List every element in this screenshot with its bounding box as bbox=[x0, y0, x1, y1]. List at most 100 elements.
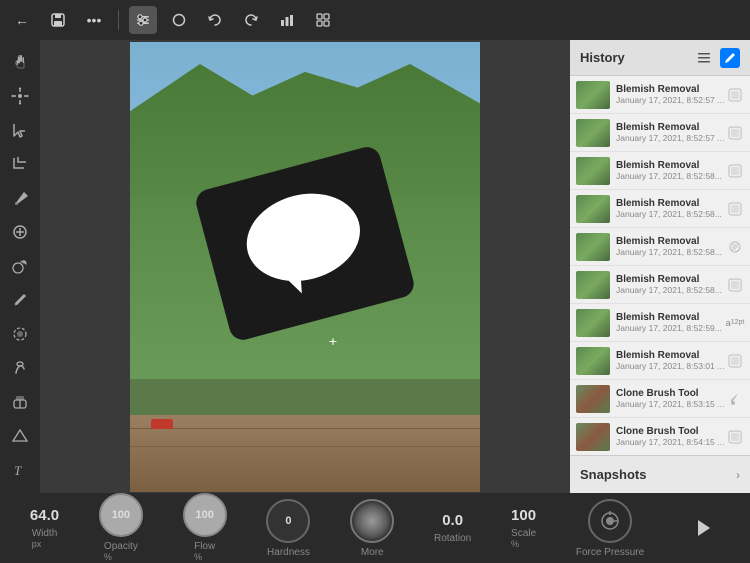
history-thumb bbox=[576, 385, 610, 413]
adjustment-tool[interactable] bbox=[129, 6, 157, 34]
history-item[interactable]: Blemish Removal January 17, 2021, 8:52:5… bbox=[570, 114, 750, 152]
canvas-image: + bbox=[130, 42, 480, 492]
rotation-control[interactable]: 0.0 Rotation bbox=[434, 512, 471, 544]
snapshots-label: Snapshots bbox=[580, 467, 646, 482]
history-item[interactable]: Blemish Removal January 17, 2021, 8:52:5… bbox=[570, 190, 750, 228]
history-time: January 17, 2021, 8:52:57 AM bbox=[616, 133, 726, 143]
history-item[interactable]: Clone Brush Tool January 17, 2021, 8:54:… bbox=[570, 418, 750, 455]
flow-label: Flow% bbox=[194, 541, 215, 563]
snapshots-chevron: › bbox=[736, 468, 740, 482]
history-time: January 17, 2021, 8:52:58... bbox=[616, 285, 726, 295]
heal-tool[interactable] bbox=[4, 216, 36, 248]
clone-tool[interactable] bbox=[4, 250, 36, 282]
history-info: Clone Brush Tool January 17, 2021, 8:54:… bbox=[610, 426, 726, 447]
history-thumb bbox=[576, 157, 610, 185]
rotation-value: 0.0 bbox=[442, 512, 463, 529]
history-info: Blemish Removal January 17, 2021, 8:53:0… bbox=[610, 350, 726, 371]
history-thumb bbox=[576, 347, 610, 375]
histogram-button[interactable] bbox=[273, 6, 301, 34]
eyedropper-tool[interactable] bbox=[4, 284, 36, 316]
speech-bubble bbox=[237, 180, 370, 292]
history-action: Clone Brush Tool bbox=[616, 426, 726, 437]
more-control[interactable]: More bbox=[350, 499, 394, 558]
flow-control[interactable]: 100 Flow% bbox=[183, 493, 227, 563]
history-info: Blemish Removal January 17, 2021, 8:52:5… bbox=[610, 198, 726, 219]
history-action: Blemish Removal bbox=[616, 160, 726, 171]
dodge-tool[interactable] bbox=[4, 352, 36, 384]
history-item-icon bbox=[726, 238, 744, 256]
circle-tool[interactable] bbox=[165, 6, 193, 34]
history-item-icon bbox=[726, 428, 744, 446]
history-action: Blemish Removal bbox=[616, 350, 726, 361]
history-time: January 17, 2021, 8:52:59... bbox=[616, 323, 726, 333]
hardness-label: Hardness bbox=[267, 547, 310, 558]
history-title: History bbox=[580, 50, 625, 65]
more-button[interactable]: ••• bbox=[80, 6, 108, 34]
force-pressure-circle[interactable] bbox=[588, 499, 632, 543]
move-tool[interactable] bbox=[4, 80, 36, 112]
history-edit-icon[interactable] bbox=[720, 48, 740, 68]
snapshots-section[interactable]: Snapshots › bbox=[570, 455, 750, 493]
grid-button[interactable] bbox=[309, 6, 337, 34]
bottom-toolbar: 64.0 Widthpx 100 Opacity% 100 Flow% 0 Ha… bbox=[0, 493, 750, 563]
history-item[interactable]: Blemish Removal January 17, 2021, 8:52:5… bbox=[570, 304, 750, 342]
brush-preview bbox=[350, 499, 394, 543]
history-item-icon bbox=[726, 124, 744, 142]
canvas-area[interactable]: + bbox=[40, 40, 570, 493]
history-item-icon bbox=[726, 200, 744, 218]
force-pressure-control[interactable]: Force Pressure bbox=[576, 499, 644, 558]
select-tool[interactable] bbox=[4, 114, 36, 146]
wood-line2 bbox=[130, 446, 480, 447]
main-content: T + bbox=[0, 40, 750, 493]
flow-value: 100 bbox=[195, 509, 213, 521]
hardness-value: 0 bbox=[285, 515, 291, 527]
history-item[interactable]: Clone Brush Tool January 17, 2021, 8:53:… bbox=[570, 380, 750, 418]
hardness-control[interactable]: 0 Hardness bbox=[266, 499, 310, 558]
history-header: History bbox=[570, 40, 750, 76]
text-tool[interactable]: T bbox=[4, 454, 36, 486]
history-thumb bbox=[576, 81, 610, 109]
history-header-icons bbox=[694, 48, 740, 68]
history-item[interactable]: Blemish Removal January 17, 2021, 8:52:5… bbox=[570, 228, 750, 266]
history-list[interactable]: Blemish Removal January 17, 2021, 8:52:5… bbox=[570, 76, 750, 455]
history-thumb bbox=[576, 309, 610, 337]
crosshair-cursor: + bbox=[329, 333, 337, 349]
history-time: January 17, 2021, 8:52:58... bbox=[616, 209, 726, 219]
left-sidebar: T bbox=[0, 40, 40, 493]
paintbrush-tool[interactable] bbox=[4, 182, 36, 214]
scale-control[interactable]: 100 Scale% bbox=[511, 507, 536, 550]
width-label: Widthpx bbox=[32, 528, 58, 550]
shapes-tool[interactable] bbox=[4, 420, 36, 452]
history-item[interactable]: Blemish Removal January 17, 2021, 8:52:5… bbox=[570, 76, 750, 114]
opacity-control[interactable]: 100 Opacity% bbox=[99, 493, 143, 563]
undo-button[interactable] bbox=[201, 6, 229, 34]
crop-tool[interactable] bbox=[4, 148, 36, 180]
hardness-circle[interactable]: 0 bbox=[266, 499, 310, 543]
scale-label: Scale% bbox=[511, 528, 536, 550]
hand-tool[interactable] bbox=[4, 46, 36, 78]
wood-line1 bbox=[130, 428, 480, 429]
history-time: January 17, 2021, 8:52:57 AM bbox=[616, 95, 726, 105]
width-control[interactable]: 64.0 Widthpx bbox=[30, 507, 59, 550]
history-item[interactable]: Blemish Removal January 17, 2021, 8:52:5… bbox=[570, 266, 750, 304]
history-item[interactable]: Blemish Removal January 17, 2021, 8:53:0… bbox=[570, 342, 750, 380]
history-info: Blemish Removal January 17, 2021, 8:52:5… bbox=[610, 312, 726, 333]
save-button[interactable] bbox=[44, 6, 72, 34]
flow-circle[interactable]: 100 bbox=[183, 493, 227, 537]
opacity-circle[interactable]: 100 bbox=[99, 493, 143, 537]
erase-tool[interactable] bbox=[4, 386, 36, 418]
history-info: Blemish Removal January 17, 2021, 8:52:5… bbox=[610, 122, 726, 143]
scale-value: 100 bbox=[511, 507, 536, 524]
history-item-icon: a12pt bbox=[726, 314, 744, 332]
history-info: Blemish Removal January 17, 2021, 8:52:5… bbox=[610, 160, 726, 181]
history-action: Blemish Removal bbox=[616, 236, 726, 247]
blur-tool[interactable] bbox=[4, 318, 36, 350]
back-button[interactable]: ← bbox=[8, 6, 36, 34]
redo-button[interactable] bbox=[237, 6, 265, 34]
history-list-icon[interactable] bbox=[694, 48, 714, 68]
top-toolbar: ← ••• bbox=[0, 0, 750, 40]
history-item[interactable]: Blemish Removal January 17, 2021, 8:52:5… bbox=[570, 152, 750, 190]
separator bbox=[118, 10, 119, 30]
play-button[interactable] bbox=[684, 510, 720, 546]
history-action: Blemish Removal bbox=[616, 84, 726, 95]
